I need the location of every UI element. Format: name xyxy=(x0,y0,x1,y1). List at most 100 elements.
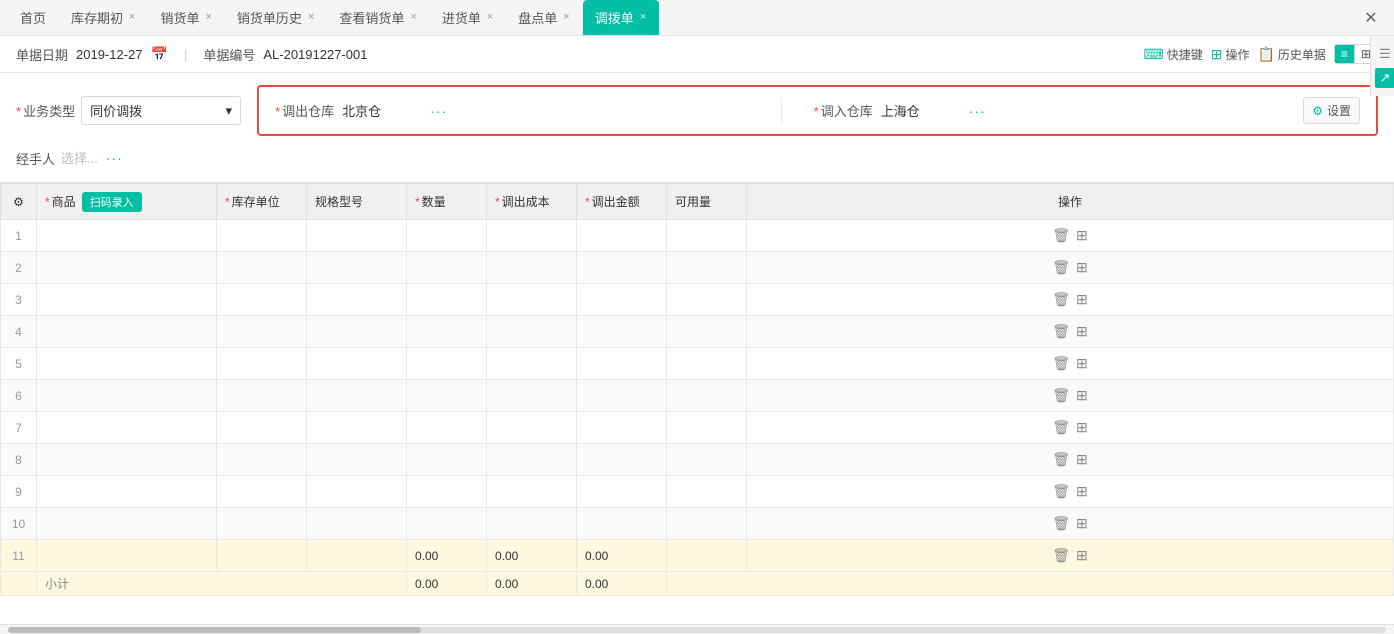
delete-icon[interactable]: 🗑 xyxy=(1052,419,1070,436)
shortcut-key-item[interactable]: ⌨ 快捷键 xyxy=(1143,46,1202,63)
delete-icon[interactable]: 🗑 xyxy=(1052,515,1070,532)
tab-close-initial-stock[interactable]: × xyxy=(129,12,135,23)
copy-icon[interactable]: ⊞ xyxy=(1076,355,1088,372)
table-row: 1 🗑 ⊞ xyxy=(1,220,1394,252)
subtotal-cost-val: 0.00 xyxy=(487,572,577,596)
table-row: 4 🗑⊞ xyxy=(1,316,1394,348)
cell-spec[interactable] xyxy=(307,220,407,252)
copy-icon[interactable]: ⊞ xyxy=(1076,515,1088,532)
date-label: 单据日期 xyxy=(16,45,68,64)
transfer-out-value: 北京仓 xyxy=(342,101,422,120)
cell-qty[interactable] xyxy=(407,220,487,252)
subtotal-amount-val: 0.00 xyxy=(577,572,667,596)
scan-entry-button[interactable]: 扫码录入 xyxy=(82,192,142,212)
right-panel: ☰ ↗ xyxy=(1370,36,1394,96)
toolbar-left: 单据日期 2019-12-27 📅 | 单据编号 AL-20191227-001 xyxy=(16,45,1127,64)
delete-icon[interactable]: 🗑 xyxy=(1052,227,1070,244)
cell-unit[interactable] xyxy=(217,220,307,252)
tab-view-sales[interactable]: 查看销货单 × xyxy=(327,0,429,35)
table-row: 6 🗑⊞ xyxy=(1,380,1394,412)
scroll-thumb[interactable] xyxy=(8,627,421,633)
operate-icon: ⊞ xyxy=(1211,46,1223,63)
delete-icon[interactable]: 🗑 xyxy=(1052,259,1070,276)
handler-field: 经手人 选择... ··· xyxy=(16,146,141,170)
tab-close-purchase-order[interactable]: × xyxy=(487,12,493,23)
cell-available[interactable] xyxy=(667,220,747,252)
cell-product[interactable] xyxy=(37,220,217,252)
copy-icon[interactable]: ⊞ xyxy=(1076,419,1088,436)
toolbar-separator: | xyxy=(184,47,187,62)
delete-icon[interactable]: 🗑 xyxy=(1052,483,1070,500)
tab-home[interactable]: 首页 xyxy=(8,0,59,35)
toolbar-right: ⌨ 快捷键 ⊞ 操作 📋 历史单据 ≡ ⊞ xyxy=(1143,44,1378,64)
settings-button[interactable]: ⚙ 设置 xyxy=(1303,97,1360,124)
delete-icon[interactable]: 🗑 xyxy=(1052,291,1070,308)
delete-icon[interactable]: 🗑 xyxy=(1052,451,1070,468)
date-value: 2019-12-27 xyxy=(76,47,143,62)
operate-item[interactable]: ⊞ 操作 xyxy=(1211,46,1250,63)
tab-close-sales-order[interactable]: × xyxy=(205,12,211,23)
tab-initial-stock[interactable]: 库存期初 × xyxy=(59,0,148,35)
window-close-button[interactable]: ✕ xyxy=(1356,3,1386,33)
tab-purchase-order[interactable]: 进货单 × xyxy=(430,0,506,35)
tab-inventory-check[interactable]: 盘点单 × xyxy=(506,0,582,35)
history-item[interactable]: 📋 历史单据 xyxy=(1257,46,1325,63)
data-table: ⚙ *商品 扫码录入 *库存单位 规格型号 *数量 *调出成本 *调出金额 xyxy=(0,183,1394,596)
delete-icon[interactable]: 🗑 xyxy=(1052,323,1070,340)
warehouse-divider xyxy=(781,99,782,123)
copy-icon[interactable]: ⊞ xyxy=(1076,227,1088,244)
right-panel-list-icon[interactable]: ☰ xyxy=(1375,44,1394,64)
calendar-icon[interactable]: 📅 xyxy=(151,46,168,63)
history-icon: 📋 xyxy=(1257,46,1274,63)
business-type-select[interactable]: 同价调拨 ▾ xyxy=(81,96,241,125)
row-num: 1 xyxy=(1,220,37,252)
copy-icon[interactable]: ⊞ xyxy=(1076,291,1088,308)
copy-icon[interactable]: ⊞ xyxy=(1076,451,1088,468)
th-settings[interactable]: ⚙ xyxy=(1,184,37,220)
shortcut-icon: ⌨ xyxy=(1143,46,1163,63)
form-area: *业务类型 同价调拨 ▾ *调出仓库 北京仓 ··· xyxy=(0,73,1394,183)
delete-icon[interactable]: 🗑 xyxy=(1052,355,1070,372)
business-type-label: *业务类型 xyxy=(16,101,75,120)
tab-close-inventory-check[interactable]: × xyxy=(563,12,569,23)
warehouse-section: *调出仓库 北京仓 ··· *调入仓库 上海仓 ··· xyxy=(257,85,1378,136)
copy-icon[interactable]: ⊞ xyxy=(1076,387,1088,404)
main-content: ⚙ *商品 扫码录入 *库存单位 规格型号 *数量 *调出成本 *调出金额 xyxy=(0,183,1394,634)
transfer-out-more-btn[interactable]: ··· xyxy=(430,103,447,119)
table-row: 8 🗑⊞ xyxy=(1,444,1394,476)
cell-cost[interactable] xyxy=(487,220,577,252)
transfer-in-label: *调入仓库 xyxy=(814,101,873,120)
transfer-in-more-btn[interactable]: ··· xyxy=(969,103,986,119)
copy-icon[interactable]: ⊞ xyxy=(1076,547,1088,564)
cell-amount[interactable] xyxy=(577,220,667,252)
th-product: *商品 扫码录入 xyxy=(37,184,217,220)
tab-transfer-order[interactable]: 调拨单 × xyxy=(583,0,659,35)
handler-more-btn[interactable]: ··· xyxy=(106,150,123,166)
delete-icon[interactable]: 🗑 xyxy=(1052,387,1070,404)
handler-input[interactable]: 选择... ··· xyxy=(61,146,141,170)
table-row: 10 🗑⊞ xyxy=(1,508,1394,540)
copy-icon[interactable]: ⊞ xyxy=(1076,259,1088,276)
list-view-btn[interactable]: ≡ xyxy=(1335,45,1355,63)
tab-close-view-sales[interactable]: × xyxy=(410,12,416,23)
doc-no-value: AL-20191227-001 xyxy=(263,47,367,62)
tab-sales-history[interactable]: 销货单历史 × xyxy=(225,0,327,35)
delete-icon[interactable]: 🗑 xyxy=(1052,547,1070,564)
right-panel-export-icon[interactable]: ↗ xyxy=(1375,68,1394,88)
tab-sales-order[interactable]: 销货单 × xyxy=(148,0,224,35)
tab-close-sales-history[interactable]: × xyxy=(308,12,314,23)
table-row: 9 🗑⊞ xyxy=(1,476,1394,508)
copy-icon[interactable]: ⊞ xyxy=(1076,483,1088,500)
scroll-track[interactable] xyxy=(8,627,1386,633)
th-available: 可用量 xyxy=(667,184,747,220)
th-spec: 规格型号 xyxy=(307,184,407,220)
table-row: 5 🗑⊞ xyxy=(1,348,1394,380)
transfer-in-value: 上海仓 xyxy=(881,101,961,120)
table-container[interactable]: ⚙ *商品 扫码录入 *库存单位 规格型号 *数量 *调出成本 *调出金额 xyxy=(0,183,1394,624)
copy-icon[interactable]: ⊞ xyxy=(1076,323,1088,340)
tab-bar: 首页 库存期初 × 销货单 × 销货单历史 × 查看销货单 × 进货单 × 盘点… xyxy=(0,0,1394,36)
doc-no-label: 单据编号 xyxy=(203,45,255,64)
tab-close-transfer-order[interactable]: × xyxy=(640,12,646,23)
horizontal-scrollbar[interactable] xyxy=(0,624,1394,634)
table-row: 7 🗑⊞ xyxy=(1,412,1394,444)
